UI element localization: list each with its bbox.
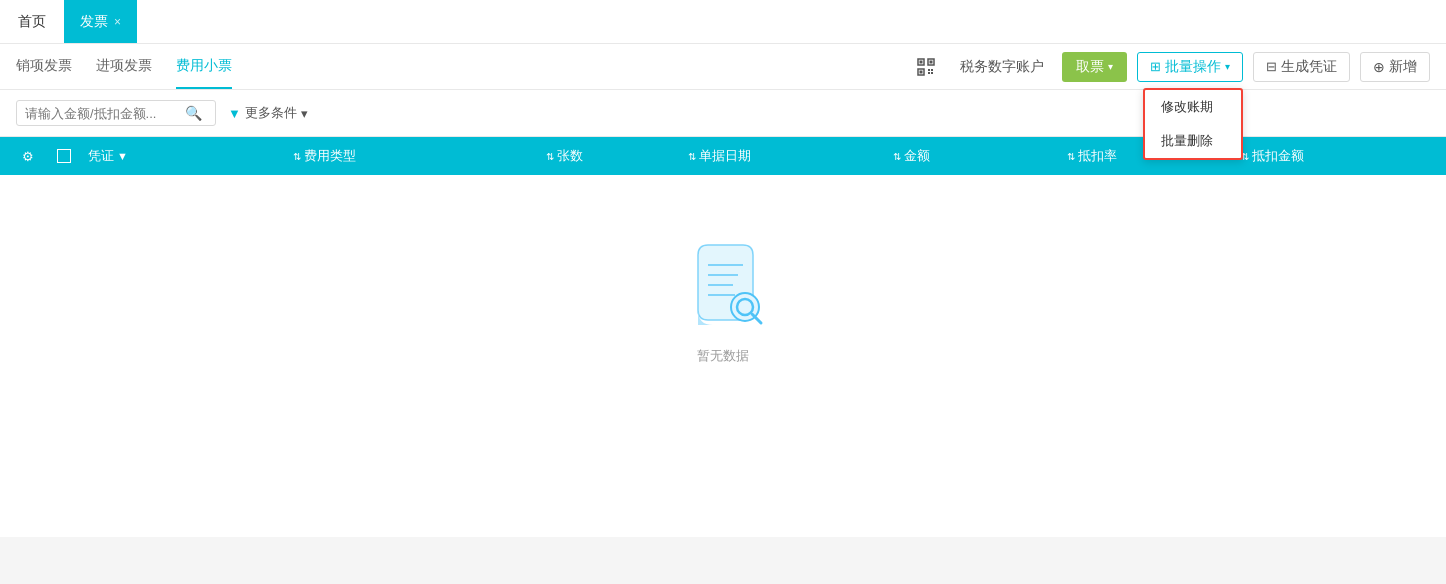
sort-count-icon: ⇅: [546, 151, 554, 162]
search-input[interactable]: [25, 106, 185, 121]
search-input-wrap[interactable]: 🔍: [16, 100, 216, 126]
invoice-tab-label: 发票: [80, 13, 108, 31]
th-checkbox[interactable]: [48, 149, 80, 163]
tab-outgoing-invoice[interactable]: 销项发票: [16, 44, 72, 89]
dropdown-item-batch-delete[interactable]: 批量删除: [1145, 124, 1241, 158]
tax-digital-account-button[interactable]: 税务数字账户: [952, 58, 1052, 76]
tab-incoming-invoice[interactable]: 进项发票: [96, 44, 152, 89]
voucher-icon: ⊟: [1266, 59, 1277, 74]
batch-ops-chevron-down-icon: ▾: [1225, 61, 1230, 72]
more-filter-chevron-down-icon: ▾: [301, 106, 308, 121]
svg-rect-3: [930, 60, 933, 63]
more-filter-button[interactable]: ▼ 更多条件 ▾: [228, 104, 308, 122]
svg-rect-1: [920, 60, 923, 63]
svg-rect-7: [931, 69, 933, 71]
svg-rect-8: [928, 72, 930, 74]
th-settings[interactable]: ⚙: [8, 149, 48, 164]
sub-header: 销项发票 进项发票 费用小票 税务数字账户: [0, 44, 1446, 90]
th-expense-type: ⇅ 费用类型: [285, 147, 538, 165]
sort-date-icon: ⇅: [688, 151, 696, 162]
qr-button[interactable]: [910, 51, 942, 83]
qr-icon: [916, 57, 936, 77]
th-date: ⇅ 单据日期: [680, 147, 885, 165]
sort-deduct-rate-icon: ⇅: [1067, 151, 1075, 162]
sub-tabs: 销项发票 进项发票 费用小票: [16, 44, 232, 89]
th-amount: ⇅ 金额: [885, 147, 1059, 165]
main-content: ⚙ 凭证 ▼ ⇅ 费用类型 ⇅ 张数 ⇅ 单据日期 ⇅ 金额 ⇅ 抵扣率: [0, 137, 1446, 537]
sort-expense-type-icon: ⇅: [293, 151, 301, 162]
empty-state: 暂无数据: [0, 175, 1446, 405]
svg-rect-9: [931, 72, 933, 74]
filter-icon: ▼: [228, 106, 241, 121]
checkbox-icon: [57, 149, 71, 163]
th-deduct-amount: ⇅ 抵扣金额: [1233, 147, 1438, 165]
top-nav: 首页 发票 ×: [0, 0, 1446, 44]
batch-ops-button[interactable]: ⊞ 批量操作 ▾: [1137, 52, 1243, 82]
batch-ops-dropdown: 修改账期 批量删除: [1143, 88, 1243, 160]
home-tab[interactable]: 首页: [0, 0, 64, 43]
sort-amount-icon: ⇅: [893, 151, 901, 162]
search-icon[interactable]: 🔍: [185, 105, 202, 121]
th-count: ⇅ 张数: [538, 147, 680, 165]
generate-voucher-button[interactable]: ⊟ 生成凭证: [1253, 52, 1350, 82]
tab-expense-receipt[interactable]: 费用小票: [176, 44, 232, 89]
invoice-tab[interactable]: 发票 ×: [64, 0, 137, 43]
take-ticket-chevron-down-icon: ▾: [1108, 61, 1113, 72]
empty-label: 暂无数据: [697, 347, 749, 365]
svg-rect-5: [920, 70, 923, 73]
plus-icon: ⊕: [1373, 59, 1385, 75]
batch-ops-icon: ⊞: [1150, 59, 1161, 74]
empty-illustration: [663, 235, 783, 335]
close-icon[interactable]: ×: [114, 15, 121, 29]
svg-rect-6: [928, 69, 930, 71]
dropdown-item-change-period[interactable]: 修改账期: [1145, 90, 1241, 124]
new-button[interactable]: ⊕ 新增: [1360, 52, 1430, 82]
batch-ops-container: ⊞ 批量操作 ▾ 修改账期 批量删除: [1137, 52, 1243, 82]
th-voucher: 凭证 ▼: [80, 147, 285, 165]
take-ticket-button[interactable]: 取票 ▾: [1062, 52, 1127, 82]
toolbar-right: 税务数字账户 取票 ▾ ⊞ 批量操作 ▾ 修改账期 批量删除 ⊟ 生成凭证: [910, 51, 1430, 83]
settings-icon: ⚙: [22, 149, 34, 164]
voucher-filter-icon[interactable]: ▼: [117, 150, 128, 162]
